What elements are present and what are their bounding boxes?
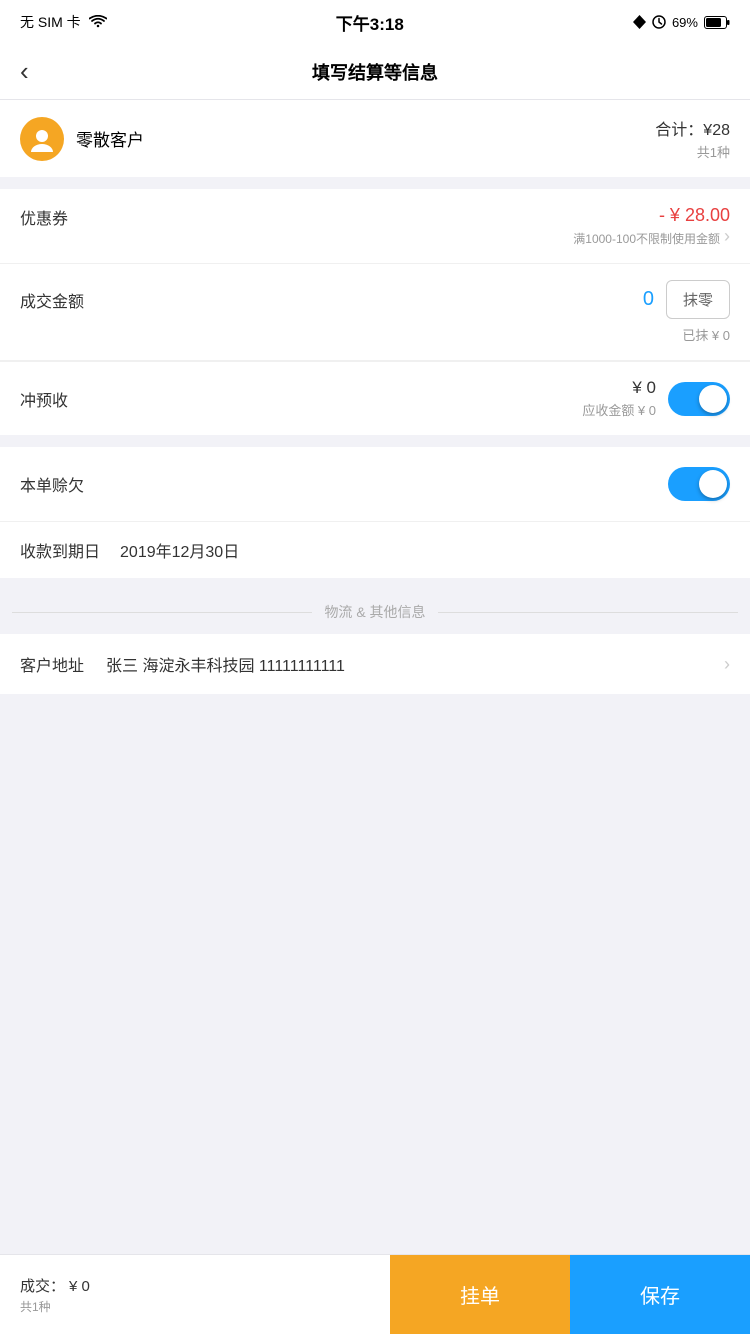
debt-toggle[interactable] — [668, 467, 730, 501]
transaction-row: 成交金额 0 抹零 已抹 ¥ 0 — [0, 264, 750, 360]
customer-right: 合计：¥28 共1种 — [655, 116, 730, 161]
back-button[interactable]: ‹ — [20, 56, 29, 87]
prereceive-amount: ¥ 0 — [582, 378, 656, 398]
customer-card: 零散客户 合计：¥28 共1种 — [0, 100, 750, 177]
transaction-controls: 0 抹零 — [643, 280, 730, 319]
toggle-knob — [699, 385, 727, 413]
transaction-bottom: 已抹 ¥ 0 — [20, 323, 730, 344]
due-date-value: 2019年12月30日 — [120, 538, 239, 562]
debt-toggle-knob — [699, 470, 727, 498]
page-title: 填写结算等信息 — [312, 59, 438, 85]
status-right: 69% — [633, 15, 730, 30]
customer-name: 零散客户 — [76, 126, 144, 151]
no-sim-text: 无 SIM 卡 — [20, 12, 81, 32]
transaction-top: 成交金额 0 抹零 — [20, 280, 730, 319]
prereceive-row: 冲预收 ¥ 0 应收金额 ¥ 0 — [0, 361, 750, 435]
transaction-label: 成交金额 — [20, 288, 84, 312]
bottom-deal-label: 成交： — [20, 1275, 65, 1296]
address-label: 客户地址 — [20, 652, 90, 676]
date-row: 收款到期日 2019年12月30日 — [0, 521, 750, 578]
logistics-line-left — [12, 612, 312, 613]
prereceive-label: 冲预收 — [20, 387, 68, 411]
bottom-count: 共1种 — [20, 1298, 370, 1315]
transaction-sub: 已抹 ¥ 0 — [682, 325, 730, 344]
coupon-amount: - ¥ 28.00 — [573, 205, 730, 226]
customer-row: 零散客户 合计：¥28 共1种 — [0, 100, 750, 177]
debt-card: 本单赊欠 收款到期日 2019年12月30日 — [0, 447, 750, 578]
battery-icon — [704, 16, 730, 29]
divider-1 — [0, 177, 750, 189]
divider-2 — [0, 435, 750, 447]
logistics-text: 物流 & 其他信息 — [324, 602, 425, 622]
coupon-label: 优惠券 — [20, 205, 68, 229]
coupon-chevron: › — [724, 226, 730, 247]
coupon-right: - ¥ 28.00 满1000-100不限制使用金额 › — [573, 205, 730, 247]
round-off-button[interactable]: 抹零 — [666, 280, 730, 319]
address-value: 张三 海淀永丰科技园 11111111111 — [106, 652, 724, 676]
logistics-divider: 物流 & 其他信息 — [0, 590, 750, 634]
due-date-label: 收款到期日 — [20, 538, 100, 562]
customer-total: 合计：¥28 — [655, 116, 730, 140]
coupon-transaction-card: 优惠券 - ¥ 28.00 满1000-100不限制使用金额 › 成交金额 0 … — [0, 189, 750, 435]
bottom-deal-value: ¥ 0 — [69, 1278, 90, 1295]
coupon-row[interactable]: 优惠券 - ¥ 28.00 满1000-100不限制使用金额 › — [0, 189, 750, 263]
logistics-line-right — [438, 612, 738, 613]
address-card: 客户地址 张三 海淀永丰科技园 11111111111 › — [0, 634, 750, 694]
location-icon — [633, 15, 646, 29]
prereceive-right: ¥ 0 应收金额 ¥ 0 — [582, 378, 730, 419]
nav-bar: ‹ 填写结算等信息 — [0, 44, 750, 100]
empty-space — [0, 694, 750, 994]
battery-text: 69% — [672, 15, 698, 30]
prereceive-sub: 应收金额 ¥ 0 — [582, 400, 656, 419]
prereceive-toggle[interactable] — [668, 382, 730, 416]
address-chevron: › — [724, 654, 730, 675]
bottom-bar: 成交： ¥ 0 共1种 挂单 保存 — [0, 1254, 750, 1334]
divider-3 — [0, 578, 750, 590]
wifi-icon — [89, 15, 107, 29]
save-button[interactable]: 保存 — [570, 1255, 750, 1334]
customer-left: 零散客户 — [20, 117, 144, 161]
status-bar: 无 SIM 卡 下午3:18 69% — [0, 0, 750, 44]
avatar-icon — [29, 126, 55, 152]
customer-count: 共1种 — [655, 142, 730, 161]
debt-row: 本单赊欠 — [0, 447, 750, 521]
status-left: 无 SIM 卡 — [20, 12, 107, 32]
customer-avatar — [20, 117, 64, 161]
coupon-desc: 满1000-100不限制使用金额 — [573, 230, 720, 247]
hold-button[interactable]: 挂单 — [390, 1255, 570, 1334]
alarm-icon — [652, 15, 666, 29]
status-time: 下午3:18 — [336, 10, 404, 35]
transaction-value: 0 — [643, 288, 654, 311]
bottom-info: 成交： ¥ 0 共1种 — [0, 1255, 390, 1334]
prereceive-values: ¥ 0 应收金额 ¥ 0 — [582, 378, 656, 419]
debt-label: 本单赊欠 — [20, 472, 84, 496]
address-row[interactable]: 客户地址 张三 海淀永丰科技园 11111111111 › — [0, 634, 750, 694]
